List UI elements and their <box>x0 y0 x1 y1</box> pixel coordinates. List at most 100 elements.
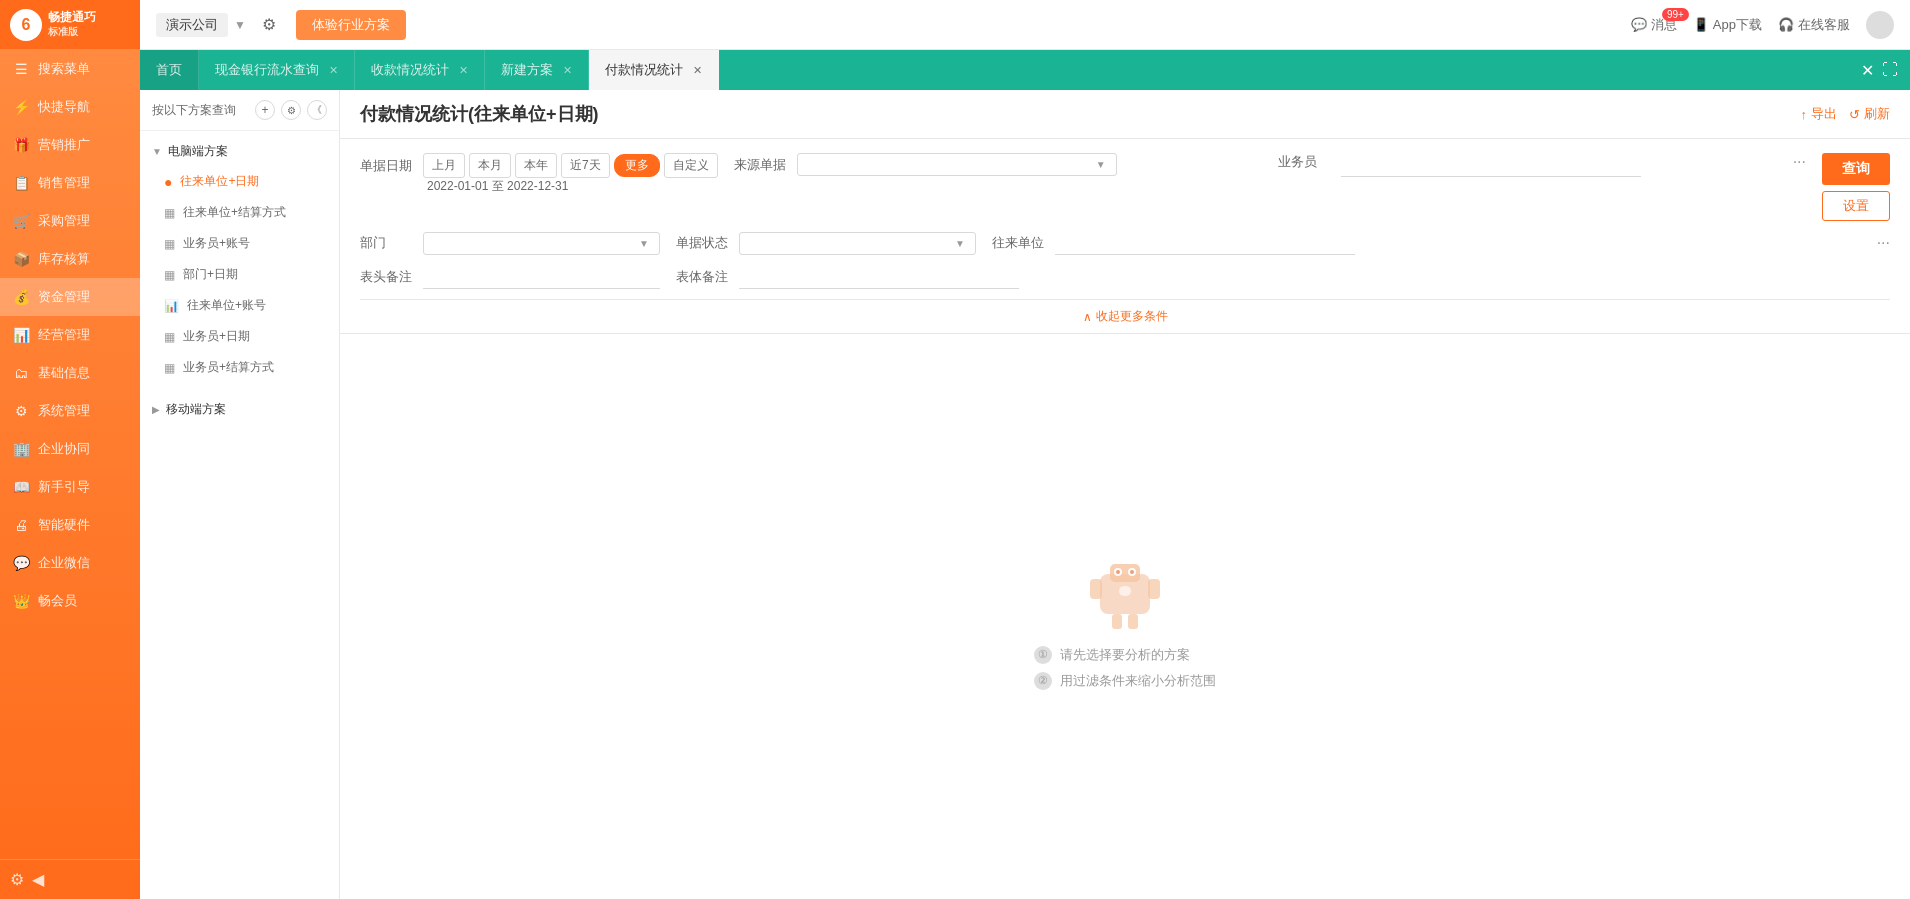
sidebar-item-member[interactable]: 👑 畅会员 <box>0 582 140 620</box>
filter-date-group: 单据日期 上月 本月 本年 近7天 更多 自定义 2022-01-01 至 20… <box>360 153 718 195</box>
sidebar-settings-icon[interactable]: ⚙ <box>10 870 24 889</box>
salesman-more-icon[interactable]: ··· <box>1793 153 1806 171</box>
svg-rect-1 <box>1090 579 1102 599</box>
scheme-item-dept-date[interactable]: ▦ 部门+日期 <box>140 259 339 290</box>
tab-bank-flow-close[interactable]: ✕ <box>329 64 338 77</box>
tab-payment-stats[interactable]: 付款情况统计 ✕ <box>589 50 719 90</box>
source-select-arrow: ▼ <box>1096 159 1106 170</box>
scheme-add-button[interactable]: + <box>255 100 275 120</box>
header-note-input[interactable] <box>423 265 660 289</box>
empty-tip-2: ② 用过滤条件来缩小分析范围 <box>1034 672 1216 690</box>
scheme-item-salesman-settlement[interactable]: ▦ 业务员+结算方式 <box>140 352 339 383</box>
scheme-item-salesman-account[interactable]: ▦ 业务员+账号 <box>140 228 339 259</box>
sidebar-item-system[interactable]: ⚙ 系统管理 <box>0 392 140 430</box>
partner-input[interactable] <box>1055 231 1355 255</box>
app-download-icon: 📱 <box>1693 17 1709 32</box>
user-avatar[interactable] <box>1866 11 1894 39</box>
sidebar-item-sales[interactable]: 📋 销售管理 <box>0 164 140 202</box>
refresh-button[interactable]: ↺ 刷新 <box>1849 105 1890 123</box>
tab-receipt-stats-close[interactable]: ✕ <box>459 64 468 77</box>
sidebar-item-quick-nav[interactable]: ⚡ 快捷导航 <box>0 88 140 126</box>
date-more-btn[interactable]: 更多 <box>614 154 660 177</box>
sidebar-item-basic[interactable]: 🗂 基础信息 <box>0 354 140 392</box>
filter-dept-group: 部门 ▼ <box>360 232 660 255</box>
tab-payment-stats-close[interactable]: ✕ <box>693 64 702 77</box>
sidebar-item-label-enterprise: 企业协同 <box>38 440 90 458</box>
sidebar-item-label-inventory: 库存核算 <box>38 250 90 268</box>
date-7days-btn[interactable]: 近7天 <box>561 153 610 178</box>
sidebar-item-marketing[interactable]: 🎁 营销推广 <box>0 126 140 164</box>
sidebar-item-finance[interactable]: 💰 资金管理 <box>0 278 140 316</box>
partner-label: 往来单位 <box>992 234 1047 252</box>
query-button[interactable]: 查询 <box>1822 153 1890 185</box>
tab-close-all-icon[interactable]: ✕ <box>1861 61 1874 80</box>
sidebar-item-operations[interactable]: 📊 经营管理 <box>0 316 140 354</box>
tab-receipt-stats[interactable]: 收款情况统计 ✕ <box>355 50 485 90</box>
scheme-item-partner-account[interactable]: 📊 往来单位+账号 <box>140 290 339 321</box>
sidebar-item-guide[interactable]: 📖 新手引导 <box>0 468 140 506</box>
topbar-settings-icon[interactable]: ⚙ <box>262 15 276 34</box>
company-selector[interactable]: 演示公司 ▼ <box>156 13 246 37</box>
svg-rect-8 <box>1112 614 1122 629</box>
tip-text-2: 用过滤条件来缩小分析范围 <box>1060 672 1216 690</box>
scheme-group-mobile-title[interactable]: ▶ 移动端方案 <box>140 395 339 424</box>
dept-select[interactable]: ▼ <box>423 232 660 255</box>
date-last-month-btn[interactable]: 上月 <box>423 153 465 178</box>
date-this-month-btn[interactable]: 本月 <box>469 153 511 178</box>
sidebar-item-label-purchase: 采购管理 <box>38 212 90 230</box>
message-button[interactable]: 💬 消息 99+ <box>1631 16 1677 34</box>
main-content: 演示公司 ▼ ⚙ 体验行业方案 💬 消息 99+ 📱 App下载 🎧 在线客服 … <box>140 0 1910 899</box>
date-this-year-btn[interactable]: 本年 <box>515 153 557 178</box>
export-button[interactable]: ↑ 导出 <box>1801 105 1838 123</box>
source-select[interactable]: ▼ <box>797 153 1117 176</box>
online-service-button[interactable]: 🎧 在线客服 <box>1778 16 1850 34</box>
tab-new-scheme-close[interactable]: ✕ <box>563 64 572 77</box>
right-panel: 付款情况统计(往来单位+日期) ↑ 导出 ↺ 刷新 <box>340 90 1910 899</box>
empty-illustration <box>1070 544 1180 634</box>
sidebar-item-hardware[interactable]: 🖨 智能硬件 <box>0 506 140 544</box>
filter-row-1: 单据日期 上月 本月 本年 近7天 更多 自定义 2022-01-01 至 20… <box>360 153 1890 221</box>
scheme-item-salesman-date[interactable]: ▦ 业务员+日期 <box>140 321 339 352</box>
sidebar-item-wechat[interactable]: 💬 企业微信 <box>0 544 140 582</box>
svg-rect-2 <box>1148 579 1160 599</box>
scheme-item-partner-settlement[interactable]: ▦ 往来单位+结算方式 <box>140 197 339 228</box>
date-options: 上月 本月 本年 近7天 更多 自定义 2022-01-01 至 2022-12… <box>423 153 718 195</box>
sidebar-item-inventory[interactable]: 📦 库存核算 <box>0 240 140 278</box>
empty-tips: ① 请先选择要分析的方案 ② 用过滤条件来缩小分析范围 <box>1034 646 1216 690</box>
body-note-input[interactable] <box>739 265 1019 289</box>
scheme-group-desktop-title[interactable]: ▼ 电脑端方案 <box>140 137 339 166</box>
filter-row-2: 部门 ▼ 单据状态 ▼ 往来单位 <box>360 231 1890 255</box>
company-dropdown-icon: ▼ <box>234 18 246 32</box>
sidebar-collapse-icon[interactable]: ◀ <box>32 870 44 889</box>
app-download-button[interactable]: 📱 App下载 <box>1693 16 1762 34</box>
tab-fullscreen-icon[interactable]: ⛶ <box>1882 61 1898 79</box>
filter-header-note-group: 表头备注 <box>360 265 660 289</box>
collapse-label: 收起更多条件 <box>1096 308 1168 325</box>
sidebar-item-label-quick-nav: 快捷导航 <box>38 98 90 116</box>
tip-text-1: 请先选择要分析的方案 <box>1060 646 1190 664</box>
partner-more-icon[interactable]: ··· <box>1877 234 1890 252</box>
tab-new-scheme[interactable]: 新建方案 ✕ <box>485 50 589 90</box>
tab-bank-flow-label: 现金银行流水查询 <box>215 61 319 79</box>
trial-button[interactable]: 体验行业方案 <box>296 10 406 40</box>
date-custom-btn[interactable]: 自定义 <box>664 153 718 178</box>
scheme-collapse-button[interactable]: 《 <box>307 100 327 120</box>
sidebar-item-search-menu[interactable]: ☰ 搜索菜单 <box>0 50 140 88</box>
salesman-input[interactable] <box>1341 153 1641 177</box>
dept-label: 部门 <box>360 234 415 252</box>
filter-settings-button[interactable]: 设置 <box>1822 191 1890 221</box>
tab-home[interactable]: 首页 <box>140 50 199 90</box>
docstatus-select[interactable]: ▼ <box>739 232 976 255</box>
page-header-actions: ↑ 导出 ↺ 刷新 <box>1801 105 1891 123</box>
tab-bank-flow[interactable]: 现金银行流水查询 ✕ <box>199 50 355 90</box>
company-name[interactable]: 演示公司 <box>156 13 228 37</box>
scheme-settings-button[interactable]: ⚙ <box>281 100 301 120</box>
left-panel-header: 按以下方案查询 + ⚙ 《 <box>140 90 339 131</box>
scheme-group-mobile-label: 移动端方案 <box>166 401 226 418</box>
sidebar-item-enterprise[interactable]: 🏢 企业协同 <box>0 430 140 468</box>
sidebar-item-purchase[interactable]: 🛒 采购管理 <box>0 202 140 240</box>
body-note-label: 表体备注 <box>676 268 731 286</box>
collapse-bar[interactable]: ∧ 收起更多条件 <box>360 299 1890 333</box>
scheme-item-partner-date[interactable]: ● 往来单位+日期 <box>140 166 339 197</box>
scheme-group-mobile-arrow: ▶ <box>152 404 160 415</box>
